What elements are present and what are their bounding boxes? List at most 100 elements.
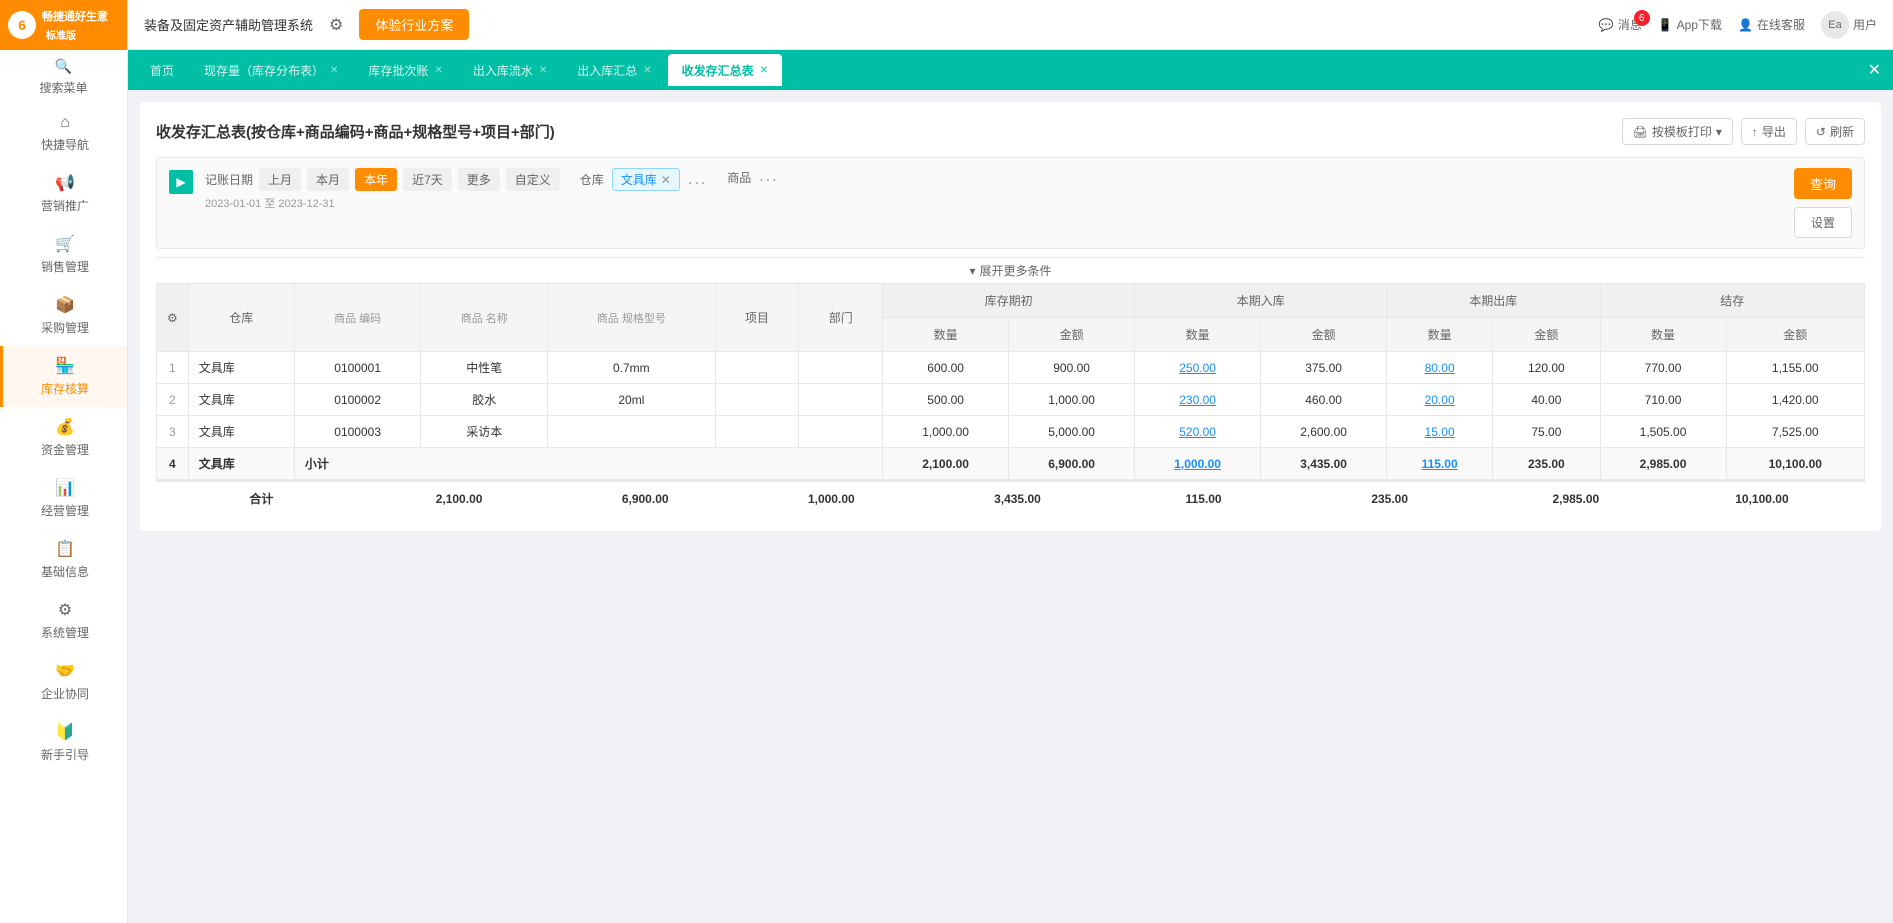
tab-inout-summary[interactable]: 出入库汇总 ✕ (563, 54, 665, 86)
subtotal-out-amt: 235.00 (1493, 448, 1600, 480)
date-this-year[interactable]: 本年 (355, 168, 397, 191)
table-row: 3 文具库 0100003 采访本 1,000.00 5,000.00 520.… (157, 416, 1865, 448)
warehouse-dots[interactable]: ... (688, 171, 707, 189)
query-button[interactable]: 查询 (1794, 168, 1852, 199)
export-button[interactable]: ↑ 导出 (1741, 118, 1797, 145)
row-goods-spec: 0.7mm (548, 352, 716, 384)
trial-button[interactable]: 体验行业方案 (359, 9, 469, 40)
service-icon: 👤 (1738, 18, 1753, 32)
subtotal-closing-amt: 10,100.00 (1726, 448, 1864, 480)
online-service-item[interactable]: 👤 在线客服 (1738, 16, 1805, 33)
warehouse-filter: 仓库 文具库 ✕ ... (580, 168, 707, 191)
sidebar-item-basic[interactable]: 📋 基础信息 (0, 529, 127, 590)
sidebar-search[interactable]: 🔍 搜索菜单 (0, 50, 127, 104)
settings-icon[interactable]: ⚙ (329, 15, 343, 35)
logo-icon: 6 (8, 11, 36, 39)
row-in-qty[interactable]: 520.00 (1135, 416, 1261, 448)
row-closing-qty: 770.00 (1600, 352, 1726, 384)
tab-close-stock-dist[interactable]: ✕ (330, 65, 338, 76)
tab-home[interactable]: 首页 (136, 54, 188, 86)
row-department (799, 384, 883, 416)
user-item[interactable]: Ea 用户 (1821, 11, 1877, 39)
chevron-down-icon: ▾ (969, 264, 975, 278)
phone-icon: 📱 (1658, 18, 1673, 32)
row-in-qty[interactable]: 230.00 (1135, 384, 1261, 416)
tab-close-recv-send[interactable]: ✕ (760, 65, 768, 76)
app-download-item[interactable]: 📱 App下载 (1658, 16, 1722, 33)
table-wrapper: ⚙ 仓库 商品 编码 商品 名称 商品 规格型号 项目 部门 库存期初 本期入库… (156, 283, 1865, 480)
message-icon: 💬 (1599, 18, 1614, 32)
row-out-qty[interactable]: 80.00 (1387, 352, 1493, 384)
sidebar-item-guide[interactable]: 🔰 新手引导 (0, 712, 127, 773)
sidebar-item-label: 基础信息 (41, 563, 89, 580)
date-this-month[interactable]: 本月 (307, 168, 349, 191)
settings-button[interactable]: 设置 (1794, 207, 1852, 238)
col-opening-qty: 数量 (883, 318, 1009, 352)
col-group-out: 本期出库 (1387, 284, 1600, 318)
data-table: ⚙ 仓库 商品 编码 商品 名称 商品 规格型号 项目 部门 库存期初 本期入库… (156, 283, 1865, 480)
row-num: 1 (157, 352, 189, 384)
date-buttons: 记账日期 上月 本月 本年 近7天 更多 自定义 (205, 168, 560, 191)
subtotal-in-qty: 1,000.00 (1135, 448, 1261, 480)
refresh-button[interactable]: ↺ 刷新 (1805, 118, 1865, 145)
footer-closing-amt: 10,100.00 (1669, 492, 1855, 506)
home-icon: ⌂ (60, 114, 70, 132)
date-last-month[interactable]: 上月 (259, 168, 301, 191)
goods-filter: 商品 ... (727, 168, 778, 186)
basic-icon: 📋 (55, 539, 75, 559)
row-out-amt: 120.00 (1493, 352, 1600, 384)
filter-expand-button[interactable]: ▶ (169, 170, 193, 194)
topbar: 装备及固定资产辅助管理系统 ⚙ 体验行业方案 💬 消息 6 📱 App下载 👤 … (128, 0, 1893, 50)
subtotal-label: 小计 (294, 448, 882, 480)
tab-inout-flow[interactable]: 出入库流水 ✕ (459, 54, 561, 86)
row-project (715, 416, 799, 448)
row-out-qty[interactable]: 15.00 (1387, 416, 1493, 448)
sidebar-item-label: 销售管理 (41, 258, 89, 275)
table-row: 1 文具库 0100001 中性笔 0.7mm 600.00 900.00 25… (157, 352, 1865, 384)
row-out-amt: 75.00 (1493, 416, 1600, 448)
date-custom[interactable]: 自定义 (506, 168, 560, 191)
warehouse-tag-close[interactable]: ✕ (661, 173, 671, 187)
sidebar-item-finance[interactable]: 💰 资金管理 (0, 407, 127, 468)
sidebar-item-operations[interactable]: 📊 经营管理 (0, 468, 127, 529)
col-group-opening: 库存期初 (883, 284, 1135, 318)
tab-close-inout-summary[interactable]: ✕ (643, 65, 651, 76)
enterprise-icon: 🤝 (55, 661, 75, 681)
tab-close-inout-flow[interactable]: ✕ (539, 65, 547, 76)
sidebar-item-enterprise[interactable]: 🤝 企业协同 (0, 651, 127, 712)
row-warehouse: 文具库 (188, 384, 294, 416)
sidebar-item-system[interactable]: ⚙ 系统管理 (0, 590, 127, 651)
row-out-qty[interactable]: 20.00 (1387, 384, 1493, 416)
row-goods-spec: 20ml (548, 384, 716, 416)
filter-content: 记账日期 上月 本月 本年 近7天 更多 自定义 2023-01-01 至 20… (205, 168, 1774, 211)
table-settings-icon[interactable]: ⚙ (167, 311, 178, 325)
date-7days[interactable]: 近7天 (403, 168, 452, 191)
print-button[interactable]: 🖨 按模板打印 ▾ (1622, 118, 1733, 145)
col-header-warehouse: 仓库 (188, 284, 294, 352)
goods-dots[interactable]: ... (759, 168, 778, 186)
tab-recv-send[interactable]: 收发存汇总表 ✕ (668, 54, 782, 86)
row-project (715, 352, 799, 384)
footer-values: 2,100.00 6,900.00 1,000.00 3,435.00 115.… (366, 492, 1855, 506)
tabbar-close[interactable]: ✕ (1864, 56, 1885, 84)
footer-label: 合计 (166, 490, 366, 507)
row-in-qty[interactable]: 250.00 (1135, 352, 1261, 384)
date-more[interactable]: 更多 (458, 168, 500, 191)
tab-close-batch[interactable]: ✕ (434, 65, 442, 76)
sidebar-item-purchase[interactable]: 📦 采购管理 (0, 285, 127, 346)
expand-conditions-bar[interactable]: ▾ 展开更多条件 (156, 257, 1865, 283)
sidebar-item-marketing[interactable]: 📢 营销推广 (0, 163, 127, 224)
filter-bar: ▶ 记账日期 上月 本月 本年 近7天 更多 自定义 2023-01-01 至 … (156, 157, 1865, 249)
message-item[interactable]: 💬 消息 6 (1599, 16, 1642, 33)
date-range-display: 2023-01-01 至 2023-12-31 (205, 195, 560, 211)
sidebar-item-sales[interactable]: 🛒 销售管理 (0, 224, 127, 285)
export-icon: ↑ (1752, 125, 1758, 139)
system-icon: ⚙ (58, 600, 72, 620)
col-opening-amt: 金额 (1009, 318, 1135, 352)
row-closing-qty: 1,505.00 (1600, 416, 1726, 448)
tab-stock-dist[interactable]: 现存量（库存分布表） ✕ (190, 54, 352, 86)
row-opening-amt: 1,000.00 (1009, 384, 1135, 416)
sidebar-item-quick-nav[interactable]: ⌂ 快捷导航 (0, 104, 127, 163)
tab-batch[interactable]: 库存批次账 ✕ (354, 54, 456, 86)
sidebar-item-inventory[interactable]: 🏪 库存核算 (0, 346, 127, 407)
